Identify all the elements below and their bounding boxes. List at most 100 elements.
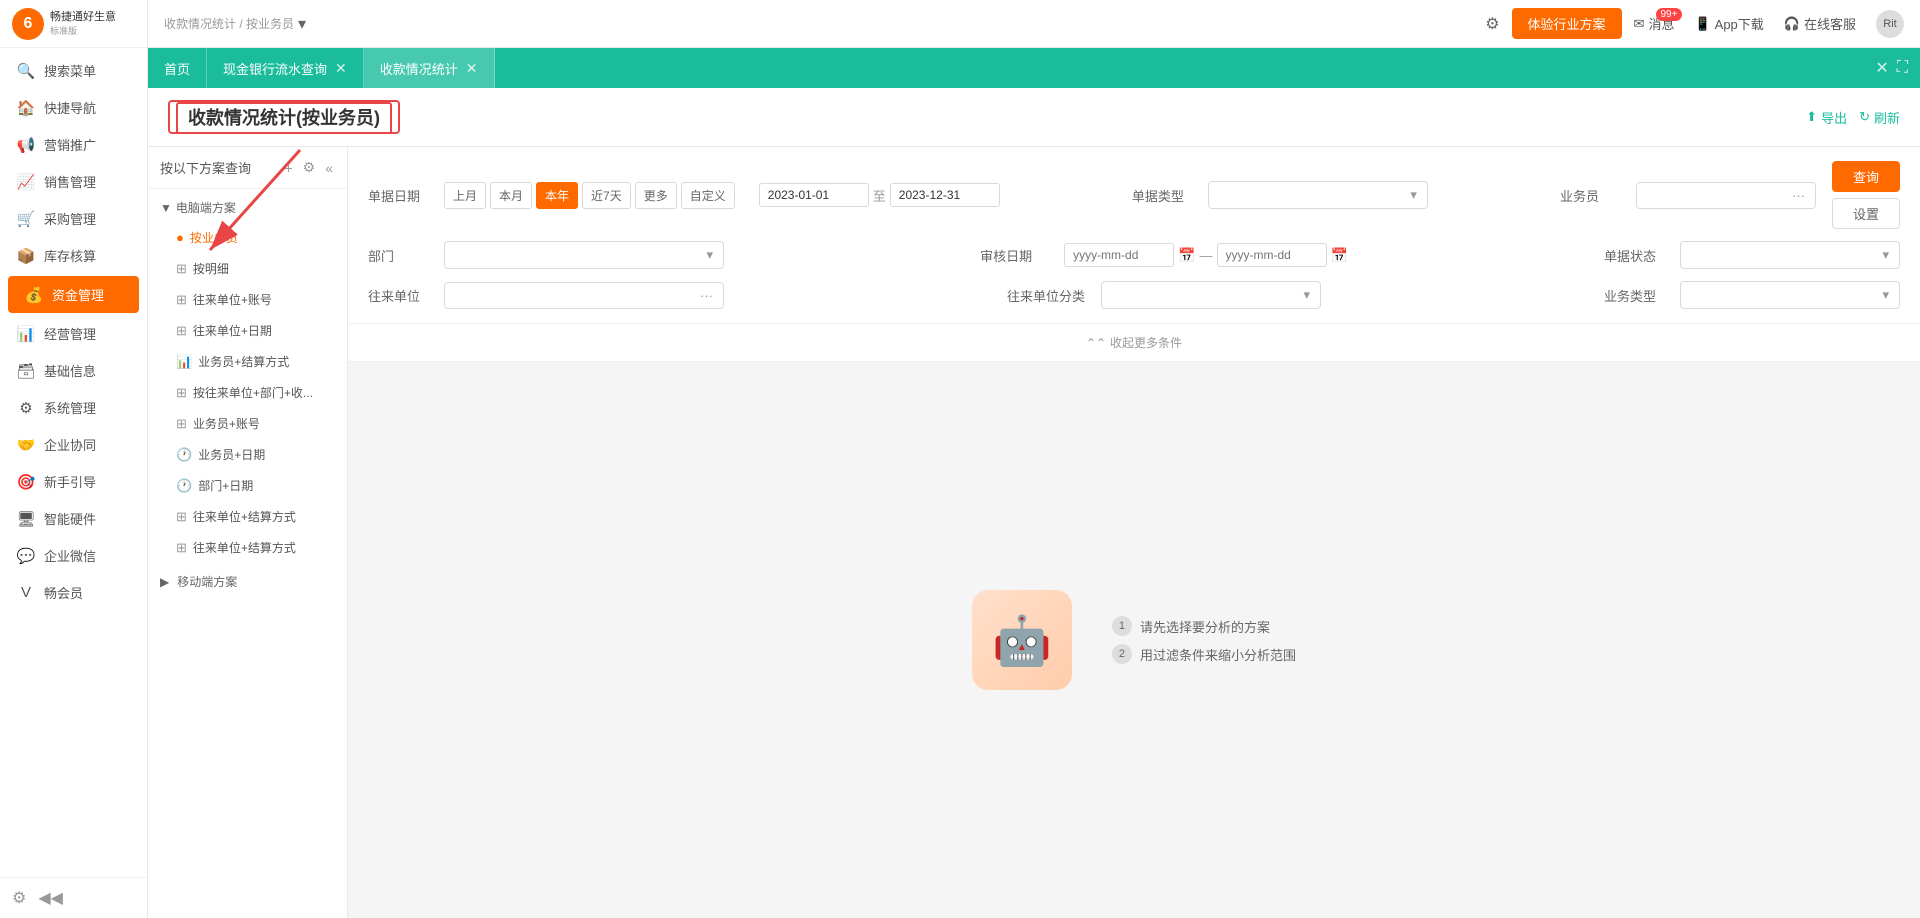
- sidebar-item-wechat[interactable]: 💬 企业微信: [0, 537, 147, 574]
- doc-type-select[interactable]: ▾: [1208, 181, 1428, 209]
- right-content: 单据日期 上月 本月 本年 近7天 更多 自定义 至: [348, 147, 1920, 918]
- sidebar-item-marketing[interactable]: 📢 营销推广: [0, 126, 147, 163]
- page-title: 收款情况统计(按业务员): [176, 102, 392, 134]
- review-start-calendar-icon[interactable]: 📅: [1178, 247, 1195, 264]
- collapse-more-btn[interactable]: ⌃⌃ 收起更多条件: [1086, 334, 1182, 351]
- sidebar-item-hardware[interactable]: 🖥 智能硬件: [0, 500, 147, 537]
- content-area: 收款情况统计(按业务员) ⬆ 导出 ↻ 刷新 按以下方案查询: [148, 88, 1920, 918]
- review-date-start-input[interactable]: [1064, 243, 1174, 267]
- online-service-btn[interactable]: 🎧 在线客服: [1784, 14, 1856, 33]
- date-btn-more[interactable]: 更多: [635, 182, 677, 209]
- date-btn-custom[interactable]: 自定义: [681, 182, 735, 209]
- topbar-gear-icon[interactable]: ⚙: [1485, 14, 1499, 34]
- review-end-calendar-icon[interactable]: 📅: [1331, 247, 1348, 264]
- hardware-icon: 🖥: [16, 510, 36, 528]
- date-btn-last-month[interactable]: 上月: [444, 182, 486, 209]
- salesperson-select[interactable]: ···: [1636, 182, 1816, 209]
- add-scheme-btn[interactable]: +: [282, 158, 294, 178]
- scheme-item-unit-date[interactable]: ⊞ 往来单位+日期: [148, 315, 347, 346]
- review-date-end-input[interactable]: [1217, 243, 1327, 267]
- export-btn[interactable]: ⬆ 导出: [1806, 108, 1847, 127]
- sidebar-item-inventory[interactable]: 📦 库存核算: [0, 237, 147, 274]
- left-panel: 按以下方案查询 + ⚙ « ▼ 电脑端方案 ● 按业务员: [148, 147, 348, 918]
- sidebar-item-guide[interactable]: 🎯 新手引导: [0, 463, 147, 500]
- sidebar-item-shortcut[interactable]: 🏠 快捷导航: [0, 89, 147, 126]
- messages-btn[interactable]: ✉ 消息 99+: [1634, 14, 1675, 33]
- date-btn-this-year[interactable]: 本年: [536, 182, 578, 209]
- scheme-item-salesperson[interactable]: ● 按业务员: [148, 222, 347, 253]
- window-close-btn[interactable]: ✕: [1875, 58, 1888, 78]
- tab-cashflow-close[interactable]: ✕: [335, 60, 347, 77]
- collapse-chevron-icon: ⌃⌃: [1086, 336, 1106, 350]
- messages-badge: 99+: [1656, 8, 1683, 21]
- trial-btn[interactable]: 体验行业方案: [1512, 8, 1622, 39]
- scheme-item-salesperson-date[interactable]: 🕐 业务员+日期: [148, 439, 347, 470]
- sidebar-label-search: 搜索菜单: [44, 61, 96, 80]
- tab-cashflow[interactable]: 现金银行流水查询 ✕: [207, 48, 364, 88]
- sidebar-item-enterprise[interactable]: 🤝 企业协同: [0, 426, 147, 463]
- date-end-input[interactable]: [890, 183, 1000, 207]
- counterpart-select[interactable]: ···: [444, 282, 724, 309]
- sidebar-label-wechat: 企业微信: [44, 546, 96, 565]
- refresh-btn[interactable]: ↻ 刷新: [1859, 108, 1900, 127]
- user-avatar[interactable]: Rit: [1876, 10, 1904, 38]
- sidebar-item-system[interactable]: ⚙ 系统管理: [0, 389, 147, 426]
- logo-name: 畅捷通好生意: [50, 10, 116, 24]
- scheme-item-unit-method[interactable]: ⊞ 往来单位+结算方式: [148, 501, 347, 532]
- scheme-label-unit-dept: 按往来单位+部门+收...: [193, 384, 313, 401]
- salesperson-method-icon: 📊: [176, 354, 192, 370]
- sidebar-nav: 🔍 搜索菜单 🏠 快捷导航 📢 营销推广 📈 销售管理 🛒 采购管理 📦 库存核…: [0, 48, 147, 877]
- sidebar-item-search[interactable]: 🔍 搜索菜单: [0, 52, 147, 89]
- unit-method-icon: ⊞: [176, 509, 187, 525]
- sidebar-item-sales[interactable]: 📈 销售管理: [0, 163, 147, 200]
- tabbar: 首页 现金银行流水查询 ✕ 收款情况统计 ✕ ✕ ⛶: [148, 48, 1920, 88]
- counterpart-dots[interactable]: ···: [700, 288, 713, 303]
- basic-icon: 🗃: [16, 362, 36, 380]
- query-btn[interactable]: 查询: [1832, 161, 1900, 192]
- sidebar-label-inventory: 库存核算: [44, 246, 96, 265]
- tab-collection-close[interactable]: ✕: [466, 60, 478, 77]
- app-download-btn[interactable]: 📱 App下载: [1694, 14, 1763, 33]
- scheme-label-unit-method: 往来单位+结算方式: [193, 508, 296, 525]
- dept-select[interactable]: ▾: [444, 241, 724, 269]
- scheme-item-unit-account[interactable]: ⊞ 往来单位+账号: [148, 284, 347, 315]
- sidebar-item-purchase[interactable]: 🛒 采购管理: [0, 200, 147, 237]
- desktop-scheme-header[interactable]: ▼ 电脑端方案: [148, 193, 347, 222]
- scheme-item-unit-dept[interactable]: ⊞ 按往来单位+部门+收...: [148, 377, 347, 408]
- filter-settings-btn[interactable]: 设置: [1832, 198, 1900, 229]
- sidebar-item-basic[interactable]: 🗃 基础信息: [0, 352, 147, 389]
- step-num-2: 2: [1112, 644, 1132, 664]
- sidebar-item-finance[interactable]: 💰 资金管理: [8, 276, 139, 313]
- window-maximize-btn[interactable]: ⛶: [1897, 59, 1908, 77]
- mobile-scheme-header[interactable]: ▶ 移动端方案: [148, 567, 347, 596]
- counterpart-label: 往来单位: [368, 286, 428, 305]
- scheme-item-detail[interactable]: ⊞ 按明细: [148, 253, 347, 284]
- panel-collapse-btn[interactable]: «: [323, 158, 335, 178]
- scheme-item-dept-date[interactable]: 🕐 部门+日期: [148, 470, 347, 501]
- salesperson-date-icon: 🕐: [176, 447, 192, 463]
- inventory-icon: 📦: [16, 247, 36, 265]
- counterpart-category-select[interactable]: ▾: [1101, 281, 1321, 309]
- tab-collection[interactable]: 收款情况统计 ✕: [364, 48, 495, 88]
- date-btn-this-month[interactable]: 本月: [490, 182, 532, 209]
- business-type-select[interactable]: ▾: [1680, 281, 1900, 309]
- salesperson-dots[interactable]: ···: [1792, 188, 1805, 203]
- sidebar-item-operation[interactable]: 📊 经营管理: [0, 315, 147, 352]
- scheme-label-unit-method2: 往来单位+结算方式: [193, 539, 296, 556]
- scheme-settings-btn[interactable]: ⚙: [301, 157, 318, 178]
- scheme-section-desktop: ▼ 电脑端方案 ● 按业务员 ⊞ 按明细 ⊞ 往来单位+账号: [148, 189, 347, 567]
- sidebar-item-member[interactable]: V 畅会员: [0, 574, 147, 611]
- tab-home[interactable]: 首页: [148, 48, 207, 88]
- date-start-input[interactable]: [759, 183, 869, 207]
- panel-header-actions: + ⚙ «: [282, 157, 335, 178]
- unit-date-icon: ⊞: [176, 323, 187, 339]
- scheme-item-unit-method2[interactable]: ⊞ 往来单位+结算方式: [148, 532, 347, 563]
- guide-icon: 🎯: [16, 473, 36, 491]
- footer-settings-icon[interactable]: ⚙: [12, 888, 26, 908]
- doc-status-select[interactable]: ▾: [1680, 241, 1900, 269]
- scheme-item-salesperson-account[interactable]: ⊞ 业务员+账号: [148, 408, 347, 439]
- footer-collapse-icon[interactable]: ◀◀: [38, 888, 63, 908]
- breadcrumb-dropdown-icon[interactable]: ▾: [298, 14, 306, 34]
- scheme-item-salesperson-method[interactable]: 📊 业务员+结算方式: [148, 346, 347, 377]
- date-btn-7days[interactable]: 近7天: [582, 182, 631, 209]
